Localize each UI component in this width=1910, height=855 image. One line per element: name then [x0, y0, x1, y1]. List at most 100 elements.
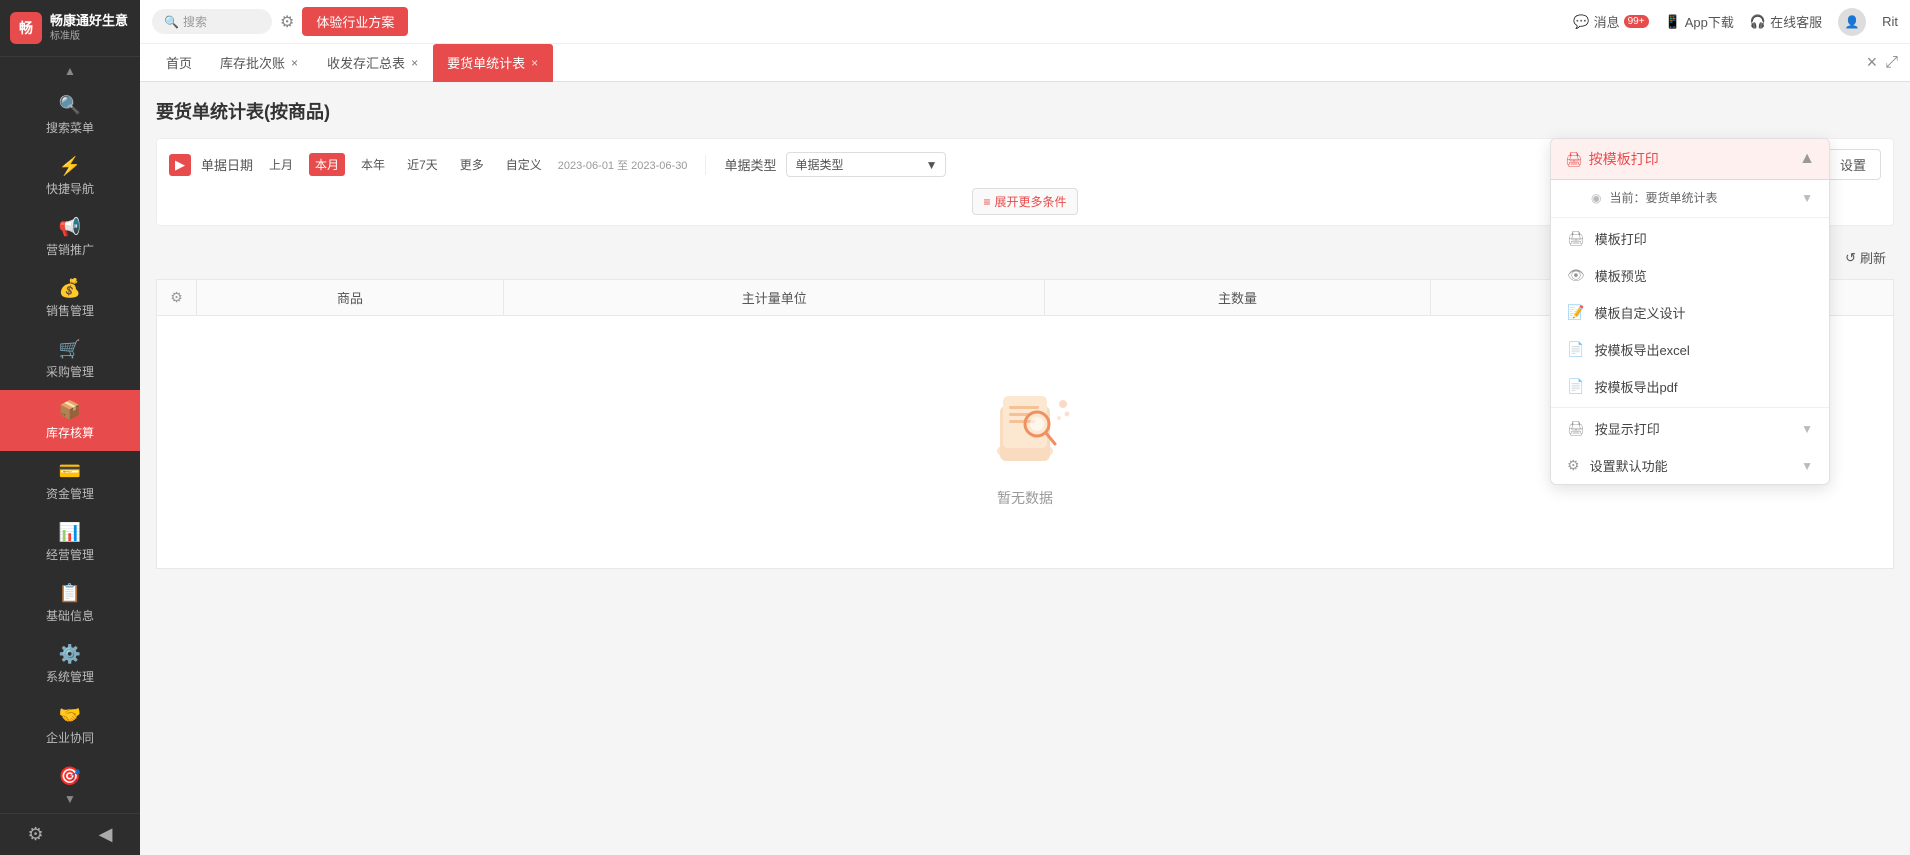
sidebar-item-search[interactable]: 🔍 搜索菜单 [0, 85, 140, 146]
header-gear-icon[interactable]: ⚙ [280, 12, 294, 32]
current-template-icon: ◉ [1591, 191, 1601, 205]
dropdown-header-controls: ▲ [1799, 150, 1815, 168]
tab-order-stats[interactable]: 要货单统计表 × [433, 44, 553, 82]
brand-name: 畅康通好生意 [50, 12, 128, 30]
dropdown-item-display-print[interactable]: 🖨 按显示打印 ▼ [1551, 410, 1829, 447]
trial-button[interactable]: 体验行业方案 [302, 7, 408, 36]
system-icon: ⚙️ [59, 644, 81, 665]
refresh-btn[interactable]: ↺ 刷新 [1837, 244, 1894, 271]
header-right: 💬 消息 99+ 📱 App下载 🎧 在线客服 👤 Rit [1573, 8, 1898, 36]
guide-icon: 🎯 [59, 766, 81, 785]
sidebar-item-guide[interactable]: 🎯 新手引导 [0, 756, 140, 785]
sidebar-item-label: 销售管理 [46, 302, 94, 319]
sidebar-item-collab[interactable]: 🤝 企业协同 [0, 695, 140, 756]
main-wrapper: 🔍 搜索 ⚙ 体验行业方案 💬 消息 99+ 📱 App下载 🎧 在线客服 👤 [140, 0, 1910, 855]
expand-icon: ≡ [983, 195, 990, 209]
dropdown-item-default-func[interactable]: ⚙ 设置默认功能 ▼ [1551, 447, 1829, 484]
sidebar-item-label: 快捷导航 [46, 180, 94, 197]
settings-button[interactable]: 设置 [1825, 149, 1881, 180]
date-btn-more[interactable]: 更多 [454, 153, 490, 176]
current-template-label: 当前：要货单统计表 [1609, 189, 1717, 206]
sidebar-item-system[interactable]: ⚙️ 系统管理 [0, 634, 140, 695]
type-select-placeholder: 单据类型 [795, 156, 843, 173]
quick-nav-icon: ⚡ [59, 156, 81, 177]
online-service-btn[interactable]: 🎧 在线客服 [1750, 12, 1822, 31]
expand-conditions-btn[interactable]: ≡ 展开更多条件 [972, 188, 1077, 215]
operation-icon: 📊 [59, 522, 81, 543]
tabs-bar: 首页 库存批次账 × 收发存汇总表 × 要货单统计表 × × ⤢ [140, 44, 1910, 82]
message-label: 消息 [1594, 12, 1620, 31]
table-settings-icon[interactable]: ⚙ [170, 289, 183, 305]
sidebar-item-label: 搜索菜单 [46, 119, 94, 136]
sidebar-item-purchase[interactable]: 🛒 采购管理 [0, 329, 140, 390]
collab-icon: 🤝 [59, 705, 81, 726]
message-btn[interactable]: 💬 消息 99+ [1573, 12, 1648, 31]
date-btn-last-7-days[interactable]: 近7天 [401, 153, 444, 176]
dropdown-item-template-pdf[interactable]: 📄 按模板导出pdf [1551, 368, 1829, 405]
th-unit: 主计量单位 [503, 280, 1045, 316]
dropdown-title-area: 🖨 按模板打印 [1565, 149, 1659, 169]
date-btn-custom[interactable]: 自定义 [500, 153, 548, 176]
template-excel-label: 按模板导出excel [1594, 340, 1689, 359]
date-btn-current-month[interactable]: 本月 [309, 153, 345, 176]
sidebar-scroll-up[interactable]: ▲ [0, 57, 140, 85]
tab-order-stats-close[interactable]: × [531, 56, 538, 70]
tab-receipt-summary[interactable]: 收发存汇总表 × [313, 44, 433, 82]
app-download-label: App下载 [1685, 12, 1734, 31]
sidebar-item-marketing[interactable]: 📢 营销推广 [0, 207, 140, 268]
dropdown-current-template[interactable]: ◉ 当前：要货单统计表 ▼ [1551, 180, 1829, 215]
tab-window-close[interactable]: × [1867, 52, 1878, 73]
template-design-label: 模板自定义设计 [1594, 303, 1685, 322]
basic-icon: 📋 [59, 583, 81, 604]
sidebar-item-inventory[interactable]: 📦 库存核算 [0, 390, 140, 451]
template-pdf-icon: 📄 [1567, 378, 1584, 395]
tab-batch-account-close[interactable]: × [291, 56, 298, 70]
type-label: 单据类型 [724, 155, 776, 174]
sidebar-item-finance[interactable]: 💳 资金管理 [0, 451, 140, 512]
filter-expand-icon[interactable]: ▶ [169, 154, 191, 176]
inventory-icon: 📦 [59, 400, 81, 421]
dropdown-print-icon: 🖨 [1565, 151, 1583, 168]
user-avatar[interactable]: 👤 [1838, 8, 1866, 36]
sidebar-logo: 畅 畅康通好生意 标准版 [0, 0, 140, 57]
sidebar-item-operation[interactable]: 📊 经营管理 [0, 512, 140, 573]
expand-label: 展开更多条件 [995, 193, 1067, 210]
dropdown-item-template-print[interactable]: 🖨 模板打印 [1551, 220, 1829, 257]
type-select[interactable]: 单据类型 ▼ [786, 152, 946, 177]
header-search-bar[interactable]: 🔍 搜索 [152, 9, 272, 34]
th-goods: 商品 [197, 280, 504, 316]
search-placeholder: 搜索 [183, 13, 207, 30]
sidebar-item-basic[interactable]: 📋 基础信息 [0, 573, 140, 634]
user-name: Rit [1882, 14, 1898, 29]
sales-icon: 💰 [59, 278, 81, 299]
collapse-footer-btn[interactable]: ◀ [99, 824, 113, 845]
message-badge: 99+ [1624, 15, 1649, 28]
dropdown-item-template-design[interactable]: 📝 模板自定义设计 [1551, 294, 1829, 331]
top-header: 🔍 搜索 ⚙ 体验行业方案 💬 消息 99+ 📱 App下载 🎧 在线客服 👤 [140, 0, 1910, 44]
sidebar: 畅 畅康通好生意 标准版 ▲ 🔍 搜索菜单 ⚡ 快捷导航 📢 营销推广 💰 销售… [0, 0, 140, 855]
app-download-btn[interactable]: 📱 App下载 [1665, 12, 1734, 31]
tab-batch-account[interactable]: 库存批次账 × [206, 44, 313, 82]
th-settings[interactable]: ⚙ [157, 280, 197, 316]
sidebar-item-quick-nav[interactable]: ⚡ 快捷导航 [0, 146, 140, 207]
purchase-icon: 🛒 [59, 339, 81, 360]
empty-text: 暂无数据 [997, 488, 1053, 508]
tab-receipt-summary-close[interactable]: × [411, 56, 418, 70]
tab-home[interactable]: 首页 [152, 44, 206, 82]
message-icon: 💬 [1573, 14, 1589, 30]
dropdown-divider-2 [1551, 407, 1829, 408]
dropdown-item-template-excel[interactable]: 📄 按模板导出excel [1551, 331, 1829, 368]
sidebar-scroll-down[interactable]: ▼ [0, 785, 140, 813]
header-left: 🔍 搜索 ⚙ 体验行业方案 [152, 7, 408, 36]
sidebar-item-sales[interactable]: 💰 销售管理 [0, 268, 140, 329]
tab-window-expand[interactable]: ⤢ [1885, 54, 1898, 72]
dropdown-item-template-preview[interactable]: 👁 模板预览 [1551, 257, 1829, 294]
date-btn-current-year[interactable]: 本年 [355, 153, 391, 176]
dropdown-chevron-up[interactable]: ▲ [1799, 150, 1815, 168]
sidebar-item-label: 采购管理 [46, 363, 94, 380]
settings-footer-btn[interactable]: ⚙ [28, 824, 44, 845]
sidebar-item-label: 企业协同 [46, 729, 94, 746]
date-btn-prev-month[interactable]: 上月 [263, 153, 299, 176]
template-print-label: 模板打印 [1595, 229, 1647, 248]
app-icon: 📱 [1665, 14, 1681, 30]
